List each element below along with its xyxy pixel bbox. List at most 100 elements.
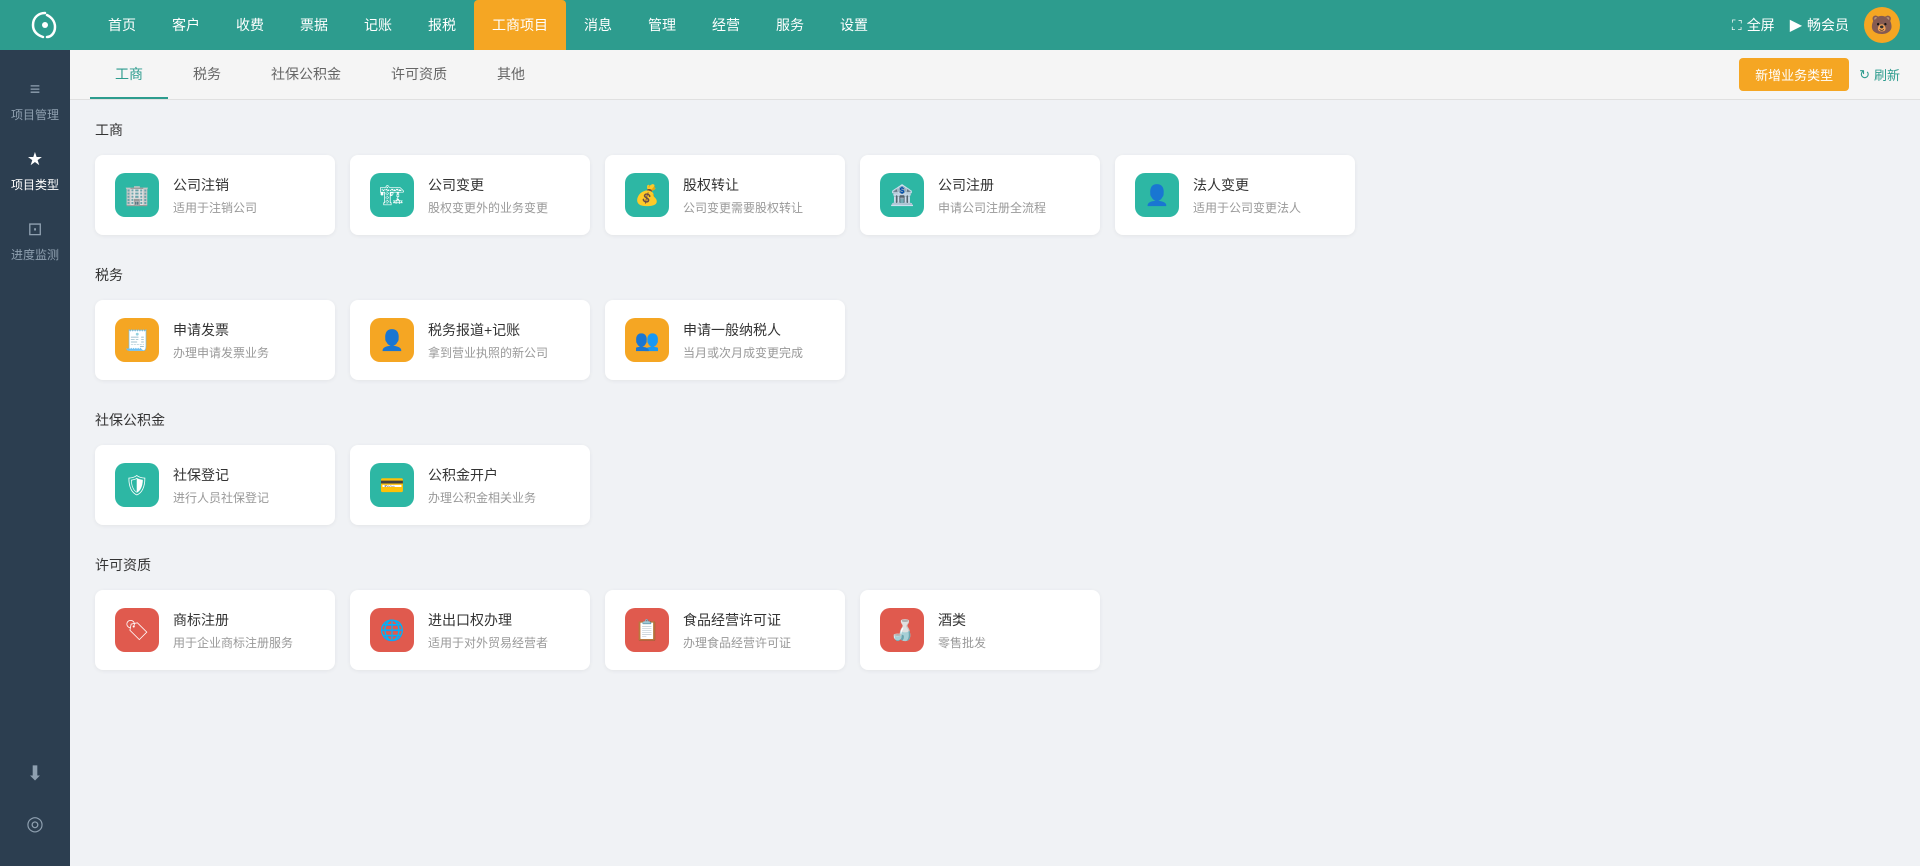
tab-许可资质[interactable]: 许可资质 (366, 50, 472, 99)
card-icon: 🏗 (370, 173, 414, 217)
nav-item-管理[interactable]: 管理 (630, 0, 694, 50)
nav-item-经营[interactable]: 经营 (694, 0, 758, 50)
card-公司注销[interactable]: 🏢 公司注销 适用于注销公司 (95, 155, 335, 235)
sidebar-label: 项目类型 (11, 176, 59, 193)
section-title: 工商 (95, 120, 1895, 140)
sidebar-item-进度监测[interactable]: ⊡ 进度监测 (0, 205, 70, 275)
card-公司变更[interactable]: 🏗 公司变更 股权变更外的业务变更 (350, 155, 590, 235)
card-股权转让[interactable]: 💰 股权转让 公司变更需要股权转让 (605, 155, 845, 235)
card-申请一般纳税人[interactable]: 👥 申请一般纳税人 当月或次月成变更完成 (605, 300, 845, 380)
nav-items: 首页客户收费票据记账报税工商项目消息管理经营服务设置 (90, 0, 1732, 50)
cards-grid: 🛡 社保登记 进行人员社保登记 💳 公积金开户 办理公积金相关业务 (95, 445, 1895, 525)
cards-grid: 🧾 申请发票 办理申请发票业务 👤 税务报道+记账 拿到营业执照的新公司 👥 申… (95, 300, 1895, 380)
card-icon: 💰 (625, 173, 669, 217)
tab-actions: 新增业务类型 ↻ 刷新 (1739, 58, 1900, 91)
tab-其他[interactable]: 其他 (472, 50, 550, 99)
cards-grid: 🏷 商标注册 用于企业商标注册服务 🌐 进出口权办理 适用于对外贸易经营者 📋 … (95, 590, 1895, 670)
card-title: 公积金开户 (428, 465, 536, 485)
card-title: 申请发票 (173, 320, 269, 340)
card-desc: 适用于对外贸易经营者 (428, 634, 548, 651)
nav-item-收费[interactable]: 收费 (218, 0, 282, 50)
sidebar-label: 进度监测 (11, 246, 59, 263)
tab-税务[interactable]: 税务 (168, 50, 246, 99)
section-许可资质: 许可资质 🏷 商标注册 用于企业商标注册服务 🌐 进出口权办理 适用于对外贸易经… (95, 555, 1895, 670)
nav-item-设置[interactable]: 设置 (822, 0, 886, 50)
card-icon: 🏷 (115, 608, 159, 652)
card-icon: 🛡 (115, 463, 159, 507)
card-进出口权办理[interactable]: 🌐 进出口权办理 适用于对外贸易经营者 (350, 590, 590, 670)
sidebar-bottom-item-0[interactable]: ⬇ (0, 751, 70, 796)
nav-item-工商项目[interactable]: 工商项目 (474, 0, 566, 50)
tabs: 工商税务社保公积金许可资质其他 (90, 50, 550, 99)
sidebar: ≡ 项目管理 ★ 项目类型 ⊡ 进度监测 ⬇ ◎ (0, 50, 70, 866)
sidebar-bottom-item-1[interactable]: ◎ (0, 801, 70, 846)
main-layout: ≡ 项目管理 ★ 项目类型 ⊡ 进度监测 ⬇◎ 工商税务社保公积金许可资质其他 … (0, 50, 1920, 866)
card-icon: 👤 (1135, 173, 1179, 217)
card-desc: 申请公司注册全流程 (938, 199, 1046, 216)
card-desc: 办理申请发票业务 (173, 344, 269, 361)
card-icon: 💳 (370, 463, 414, 507)
card-title: 社保登记 (173, 465, 269, 485)
card-title: 公司注销 (173, 175, 257, 195)
refresh-button[interactable]: ↻ 刷新 (1859, 65, 1900, 84)
nav-item-票据[interactable]: 票据 (282, 0, 346, 50)
tab-工商[interactable]: 工商 (90, 50, 168, 99)
card-title: 股权转让 (683, 175, 803, 195)
card-icon: 🧾 (115, 318, 159, 362)
card-title: 申请一般纳税人 (683, 320, 803, 340)
nav-item-记账[interactable]: 记账 (346, 0, 410, 50)
card-desc: 当月或次月成变更完成 (683, 344, 803, 361)
tab-社保公积金[interactable]: 社保公积金 (246, 50, 366, 99)
card-食品经营许可证[interactable]: 📋 食品经营许可证 办理食品经营许可证 (605, 590, 845, 670)
card-desc: 股权变更外的业务变更 (428, 199, 548, 216)
refresh-icon: ↻ (1859, 67, 1870, 83)
sidebar-icon: ⊡ (23, 217, 47, 241)
card-icon: 📋 (625, 608, 669, 652)
card-商标注册[interactable]: 🏷 商标注册 用于企业商标注册服务 (95, 590, 335, 670)
card-desc: 用于企业商标注册服务 (173, 634, 293, 651)
fullscreen-button[interactable]: ⛶ 全屏 (1732, 15, 1775, 35)
card-酒类[interactable]: 🍶 酒类 零售批发 (860, 590, 1100, 670)
card-title: 公司注册 (938, 175, 1046, 195)
refresh-label: 刷新 (1874, 65, 1900, 84)
card-title: 酒类 (938, 610, 986, 630)
card-icon: 👤 (370, 318, 414, 362)
sidebar-icon: ≡ (23, 77, 47, 101)
card-公司注册[interactable]: 🏦 公司注册 申请公司注册全流程 (860, 155, 1100, 235)
card-desc: 办理食品经营许可证 (683, 634, 791, 651)
card-title: 公司变更 (428, 175, 548, 195)
section-title: 税务 (95, 265, 1895, 285)
nav-item-报税[interactable]: 报税 (410, 0, 474, 50)
card-desc: 零售批发 (938, 634, 986, 651)
card-税务报道+记账[interactable]: 👤 税务报道+记账 拿到营业执照的新公司 (350, 300, 590, 380)
fullscreen-icon: ⛶ (1732, 17, 1742, 34)
sidebar-label: 项目管理 (11, 106, 59, 123)
section-社保公积金: 社保公积金 🛡 社保登记 进行人员社保登记 💳 公积金开户 办理公积金相关业务 (95, 410, 1895, 525)
nav-item-首页[interactable]: 首页 (90, 0, 154, 50)
section-工商: 工商 🏢 公司注销 适用于注销公司 🏗 公司变更 股权变更外的业务变更 💰 股权… (95, 120, 1895, 235)
card-icon: 🍶 (880, 608, 924, 652)
member-label: 畅会员 (1807, 15, 1849, 35)
card-法人变更[interactable]: 👤 法人变更 适用于公司变更法人 (1115, 155, 1355, 235)
card-title: 进出口权办理 (428, 610, 548, 630)
card-申请发票[interactable]: 🧾 申请发票 办理申请发票业务 (95, 300, 335, 380)
sidebar-item-项目类型[interactable]: ★ 项目类型 (0, 135, 70, 205)
card-公积金开户[interactable]: 💳 公积金开户 办理公积金相关业务 (350, 445, 590, 525)
card-icon: 🏢 (115, 173, 159, 217)
card-desc: 进行人员社保登记 (173, 489, 269, 506)
top-navigation: 首页客户收费票据记账报税工商项目消息管理经营服务设置 ⛶ 全屏 ▶ 畅会员 🐻 (0, 0, 1920, 50)
nav-item-客户[interactable]: 客户 (154, 0, 218, 50)
avatar[interactable]: 🐻 (1864, 7, 1900, 43)
card-社保登记[interactable]: 🛡 社保登记 进行人员社保登记 (95, 445, 335, 525)
card-icon: 🏦 (880, 173, 924, 217)
nav-item-消息[interactable]: 消息 (566, 0, 630, 50)
member-button[interactable]: ▶ 畅会员 (1790, 15, 1849, 35)
add-business-type-button[interactable]: 新增业务类型 (1739, 58, 1849, 91)
scroll-content[interactable]: 工商 🏢 公司注销 适用于注销公司 🏗 公司变更 股权变更外的业务变更 💰 股权… (70, 100, 1920, 866)
card-title: 法人变更 (1193, 175, 1301, 195)
sidebar-item-项目管理[interactable]: ≡ 项目管理 (0, 65, 70, 135)
app-logo (20, 0, 70, 50)
nav-item-服务[interactable]: 服务 (758, 0, 822, 50)
cards-grid: 🏢 公司注销 适用于注销公司 🏗 公司变更 股权变更外的业务变更 💰 股权转让 … (95, 155, 1895, 235)
play-icon: ▶ (1790, 15, 1802, 35)
